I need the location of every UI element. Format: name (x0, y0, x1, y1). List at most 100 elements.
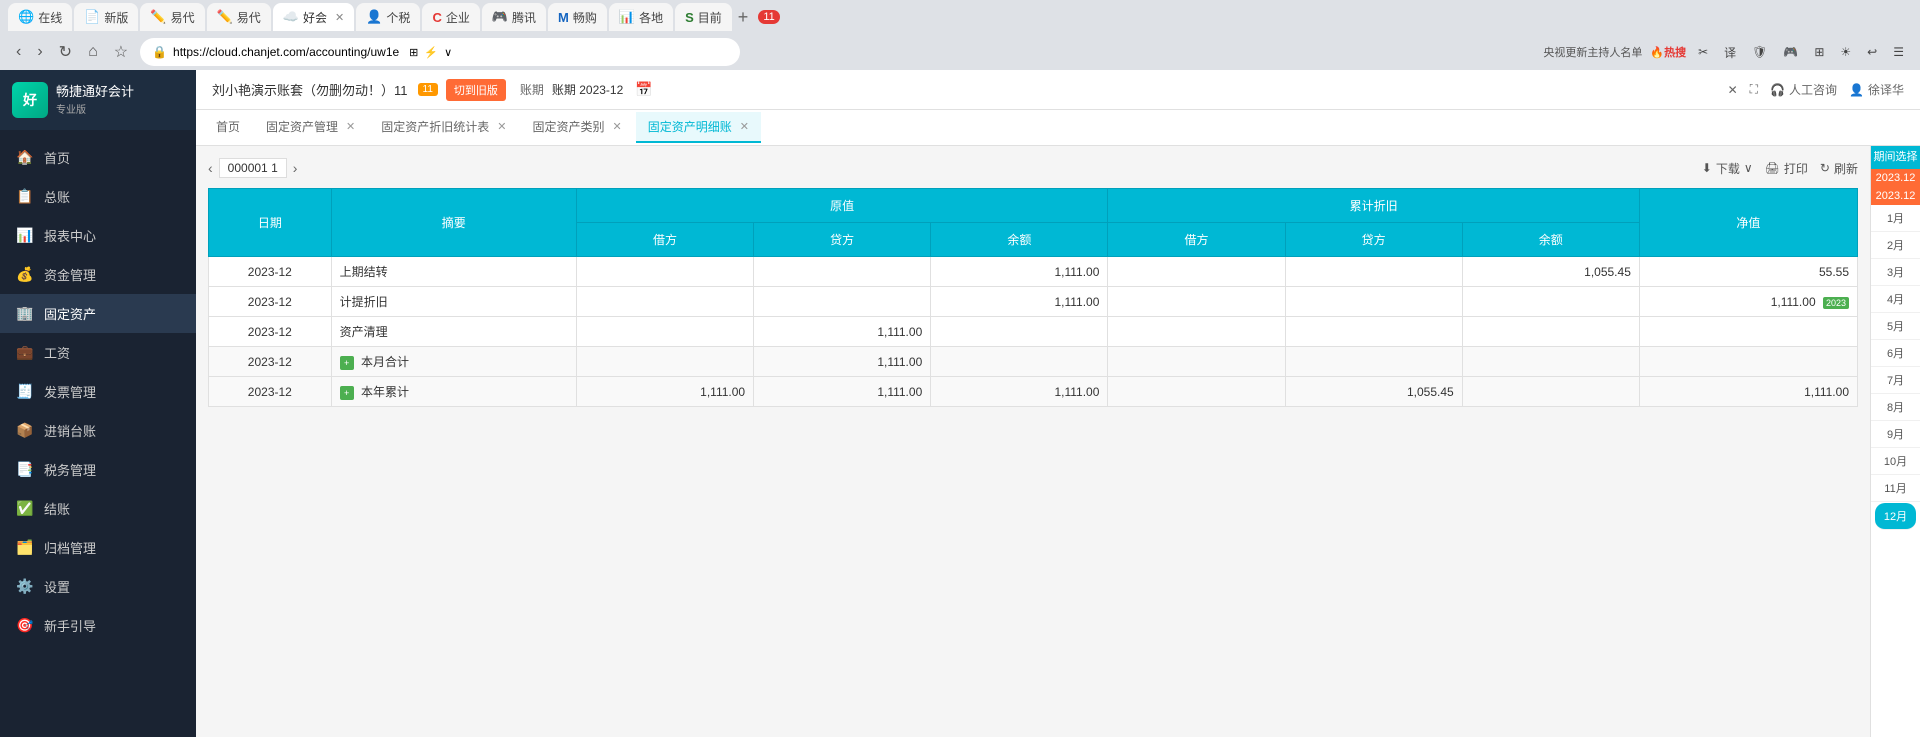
cell-original-credit (754, 287, 931, 317)
tab-label: 在线 (38, 9, 62, 26)
period-selected-year[interactable]: 2023.12 (1871, 169, 1920, 187)
sidebar-item-guide[interactable]: 🎯 新手引导 (0, 606, 196, 645)
sidebar-item-ledger[interactable]: 📋 总账 (0, 177, 196, 216)
new-tab-button[interactable]: + (734, 7, 753, 28)
tab-count-badge: 11 (758, 10, 779, 24)
archive-icon: 🗂️ (16, 539, 34, 557)
tab-label: 易代 (237, 9, 261, 26)
sidebar-item-close-accounts[interactable]: ✅ 结账 (0, 489, 196, 528)
user-profile-button[interactable]: 👤 徐译华 (1849, 81, 1904, 98)
page-tab-home[interactable]: 首页 (204, 112, 252, 143)
period-month-11[interactable]: 11月 (1871, 475, 1920, 502)
period-month-2[interactable]: 2月 (1871, 232, 1920, 259)
cell-original-balance (931, 317, 1108, 347)
sidebar-item-label: 新手引导 (44, 616, 96, 635)
page-tab-depreciation-stats[interactable]: 固定资产折旧统计表 ✕ (369, 112, 518, 143)
period-month-10[interactable]: 10月 (1871, 448, 1920, 475)
period-month-4[interactable]: 4月 (1871, 286, 1920, 313)
browser-tab-haohui[interactable]: ☁️ 好会 ✕ (273, 3, 354, 31)
period-month-12[interactable]: 12月 (1875, 503, 1916, 530)
undo-button[interactable]: ↩ (1863, 43, 1881, 61)
maximize-window-button[interactable]: ⛶ (1750, 82, 1758, 97)
close-window-button[interactable]: ✕ (1728, 83, 1738, 97)
brightness-button[interactable]: ☀ (1836, 43, 1855, 61)
browser-tab-yidai1[interactable]: ✏️ 易代 (140, 3, 204, 31)
browser-tab-new[interactable]: 📄 新版 (74, 3, 138, 31)
toolbar: ‹ 000001 1 › ⬇ 下载 ∨ (208, 158, 1858, 178)
period-month-6[interactable]: 6月 (1871, 340, 1920, 367)
sidebar-item-home[interactable]: 🏠 首页 (0, 138, 196, 177)
prev-page-button[interactable]: ‹ (208, 160, 213, 176)
url-input-box[interactable]: 🔒 https://cloud.chanjet.com/accounting/u… (140, 38, 740, 66)
cell-accum-balance (1462, 347, 1639, 377)
fixed-assets-icon: 🏢 (16, 305, 34, 323)
sidebar-item-purchase-sales[interactable]: 📦 进销台账 (0, 411, 196, 450)
sidebar-item-fixed-assets[interactable]: 🏢 固定资产 (0, 294, 196, 333)
tab-label: 各地 (639, 9, 663, 26)
shield-button[interactable]: 🛡 (1748, 43, 1771, 61)
cell-date: 2023-12 (209, 317, 332, 347)
page-tab-fixed-assets-mgmt[interactable]: 固定资产管理 ✕ (254, 112, 367, 143)
browser-tab-muqian[interactable]: S 目前 (675, 3, 732, 31)
sidebar-item-tax[interactable]: 📑 税务管理 (0, 450, 196, 489)
reload-button[interactable]: ↻ (55, 42, 76, 62)
col-original-balance: 余额 (931, 223, 1108, 257)
back-button[interactable]: ‹ (12, 43, 25, 61)
col-accumulated-depreciation: 累计折旧 (1108, 189, 1639, 223)
sidebar-item-funds[interactable]: 💰 资金管理 (0, 255, 196, 294)
browser-tab-chang[interactable]: M 畅购 (548, 3, 607, 31)
scissors-button[interactable]: ✂ (1694, 43, 1712, 61)
bookmark-button[interactable]: ☆ (110, 42, 132, 62)
table-row: 2023-12 资产清理 1,111.00 (209, 317, 1858, 347)
account-number-badge: 11 (418, 83, 438, 96)
period-selected-display[interactable]: 2023.12 (1871, 187, 1920, 205)
tab-close-icon[interactable]: ✕ (335, 11, 344, 24)
period-month-3[interactable]: 3月 (1871, 259, 1920, 286)
browser-tab-gedi[interactable]: 📊 各地 (609, 3, 673, 31)
period-month-9[interactable]: 9月 (1871, 421, 1920, 448)
cell-summary: + 本年累计 (331, 377, 576, 407)
sidebar-item-payroll[interactable]: 💼 工资 (0, 333, 196, 372)
period-month-5[interactable]: 5月 (1871, 313, 1920, 340)
sidebar-item-invoice[interactable]: 🧾 发票管理 (0, 372, 196, 411)
next-page-button[interactable]: › (293, 160, 298, 176)
cell-accum-debit (1108, 287, 1285, 317)
translate-button[interactable]: 译 (1720, 42, 1740, 63)
home-button[interactable]: ⌂ (84, 43, 102, 61)
game-button[interactable]: 🎮 (1779, 43, 1802, 61)
cell-summary: + 本月合计 (331, 347, 576, 377)
browser-tab-online[interactable]: 🌐 在线 (8, 3, 72, 31)
cell-accum-debit (1108, 317, 1285, 347)
grid-button[interactable]: ⊞ (1810, 43, 1828, 61)
period-month-1[interactable]: 1月 (1871, 205, 1920, 232)
settings-icon: ⚙️ (16, 578, 34, 596)
cell-accum-balance (1462, 317, 1639, 347)
tab-close-icon[interactable]: ✕ (740, 120, 749, 133)
browser-tab-yidai2[interactable]: ✏️ 易代 (207, 3, 271, 31)
download-button[interactable]: ⬇ 下载 ∨ (1702, 160, 1753, 177)
refresh-button[interactable]: ↻ 刷新 (1820, 160, 1858, 177)
pagination: ‹ 000001 1 › (208, 158, 297, 178)
page-tab-asset-category[interactable]: 固定资产类别 ✕ (520, 112, 633, 143)
tab-close-icon[interactable]: ✕ (497, 120, 506, 133)
browser-tab-qiye[interactable]: C 企业 (422, 3, 479, 31)
headset-icon: 🎧 (1770, 83, 1785, 97)
sidebar-nav: 🏠 首页 📋 总账 📊 报表中心 💰 资金管理 🏢 固定资产 💼 工资 (0, 130, 196, 737)
customer-service-button[interactable]: 🎧 人工咨询 (1770, 81, 1837, 98)
tab-close-icon[interactable]: ✕ (613, 120, 622, 133)
sidebar-item-settings[interactable]: ⚙️ 设置 (0, 567, 196, 606)
sidebar-item-label: 资金管理 (44, 265, 96, 284)
period-month-8[interactable]: 8月 (1871, 394, 1920, 421)
tab-close-icon[interactable]: ✕ (346, 120, 355, 133)
switch-version-button[interactable]: 切到旧版 (446, 79, 506, 101)
browser-tab-tencent[interactable]: 🎮 腾讯 (482, 3, 546, 31)
menu-button[interactable]: ☰ (1889, 43, 1908, 61)
sidebar-item-archive[interactable]: 🗂️ 归档管理 (0, 528, 196, 567)
sidebar-item-label: 总账 (44, 187, 70, 206)
sidebar-item-reports[interactable]: 📊 报表中心 (0, 216, 196, 255)
browser-tab-geshui[interactable]: 👤 个税 (356, 3, 420, 31)
print-button[interactable]: 🖨 打印 (1765, 160, 1808, 177)
forward-button[interactable]: › (33, 43, 46, 61)
page-tab-asset-detail[interactable]: 固定资产明细账 ✕ (636, 112, 761, 143)
period-month-7[interactable]: 7月 (1871, 367, 1920, 394)
